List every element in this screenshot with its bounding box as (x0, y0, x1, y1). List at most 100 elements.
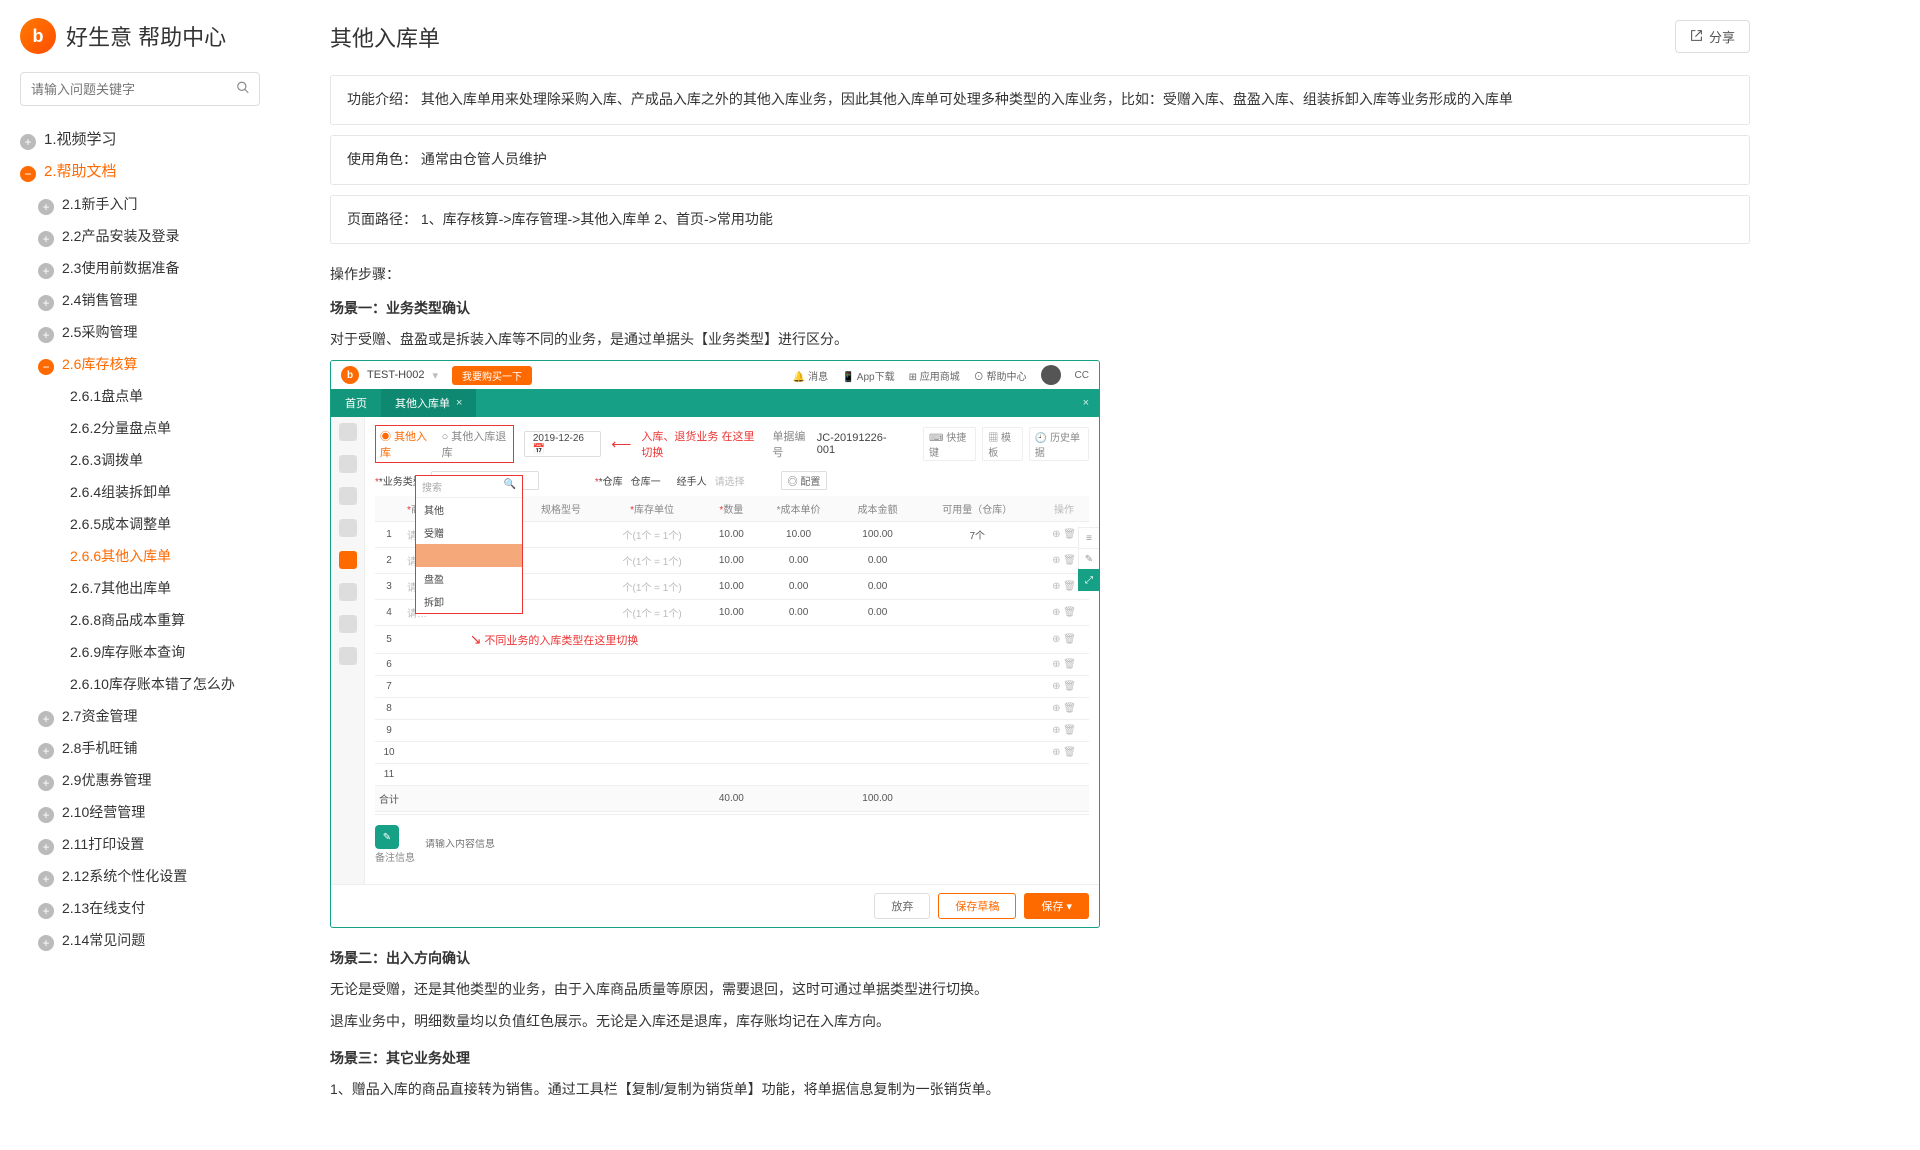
rail-icon[interactable] (339, 423, 357, 441)
nav-2-6-9[interactable]: 2.6.9库存账本查询 (20, 636, 260, 668)
doc-no: JC-20191226-001 (817, 432, 894, 456)
main-content: 其他入库单 分享 功能介绍： 其他入库单用来处理除采购入库、产成品入库之外的其他… (280, 0, 1800, 1150)
plus-icon: + (38, 935, 54, 951)
tool-icon[interactable]: ✎ (1078, 548, 1100, 570)
nav-video[interactable]: +1.视频学习 (20, 124, 260, 156)
tool-icon[interactable]: ⤢ (1078, 569, 1100, 591)
rail-icon[interactable] (339, 519, 357, 537)
nav-2-11[interactable]: +2.11打印设置 (20, 828, 260, 860)
share-button[interactable]: 分享 (1675, 20, 1750, 53)
nav-2-2[interactable]: +2.2产品安装及登录 (20, 220, 260, 252)
scene2-title: 场景二：出入方向确认 (330, 948, 1750, 968)
toolbar-tpl[interactable]: ▦ 模板 (982, 427, 1023, 461)
nav-2-6-2[interactable]: 2.6.2分量盘点单 (20, 412, 260, 444)
dropdown-opt-selected[interactable] (416, 544, 522, 567)
nav-2-6-10[interactable]: 2.6.10库存账本错了怎么办 (20, 668, 260, 700)
table-row[interactable]: 9⊕ 🗑 (375, 720, 1089, 742)
nav-2-13[interactable]: +2.13在线支付 (20, 892, 260, 924)
nav-2-12[interactable]: +2.12系统个性化设置 (20, 860, 260, 892)
nav-2-7[interactable]: +2.7资金管理 (20, 700, 260, 732)
cancel-button[interactable]: 放弃 (874, 893, 930, 919)
table-row[interactable]: 8⊕ 🗑 (375, 698, 1089, 720)
nav-2-6-3[interactable]: 2.6.3调拨单 (20, 444, 260, 476)
nav-2-1[interactable]: +2.1新手入门 (20, 188, 260, 220)
nav-2-4[interactable]: +2.4销售管理 (20, 284, 260, 316)
nav-2-6-6[interactable]: 2.6.6其他入库单 (20, 540, 260, 572)
rail-icon[interactable] (339, 647, 357, 665)
table-row[interactable]: 5↘ 不同业务的入库类型在这里切换⊕ 🗑 (375, 626, 1089, 654)
search-icon[interactable] (236, 81, 250, 98)
page-title: 其他入库单 (330, 21, 440, 53)
toolbar-fast[interactable]: ⌨ 快捷键 (923, 427, 976, 461)
dropdown-search[interactable]: 搜索🔍 (416, 476, 522, 498)
table-row[interactable]: 6⊕ 🗑 (375, 654, 1089, 676)
logo-row: b 好生意 帮助中心 (20, 18, 260, 54)
nav-docs[interactable]: −2.帮助文档 (20, 156, 260, 188)
shot-top-user: CC (1075, 370, 1089, 381)
shot-top-dl[interactable]: ⊞ 应用商城 (909, 368, 960, 383)
table-total-row: 合计40.00100.00 (375, 786, 1089, 812)
nav-2-5[interactable]: +2.5采购管理 (20, 316, 260, 348)
nav-2-6-1[interactable]: 2.6.1盘点单 (20, 380, 260, 412)
th-unit: *库存单位 (599, 496, 705, 522)
save-button[interactable]: 保存 ▾ (1024, 893, 1089, 919)
scene1-title: 场景一：业务类型确认 (330, 298, 1750, 318)
nav-2-10[interactable]: +2.10经营管理 (20, 796, 260, 828)
arrow-icon: ↘ (470, 631, 482, 647)
radio-out[interactable]: ○ 其他入库退库 (442, 428, 509, 460)
th-op: 操作 (1039, 496, 1089, 522)
dropdown-opt[interactable]: 其他 (416, 498, 522, 521)
th-price: *成本单价 (757, 496, 839, 522)
wh-value[interactable]: 仓库一 (631, 473, 661, 488)
table-row[interactable]: 7⊕ 🗑 (375, 676, 1089, 698)
search-input[interactable] (20, 72, 260, 106)
nav-2-6-7[interactable]: 2.6.7其他出库单 (20, 572, 260, 604)
table-row[interactable]: 11 (375, 764, 1089, 786)
dropdown-opt[interactable]: 拆卸 (416, 590, 522, 613)
plus-icon: + (38, 263, 54, 279)
table-row[interactable]: 10⊕ 🗑 (375, 742, 1089, 764)
shot-trial-button[interactable]: 我要购买一下 (452, 366, 532, 385)
search-icon: 🔍 (504, 479, 516, 494)
red-note-1: 入库、退货业务 在这里切换 (641, 428, 762, 460)
nav-2-3[interactable]: +2.3使用前数据准备 (20, 252, 260, 284)
setting-button[interactable]: ◎ 配置 (781, 471, 828, 490)
shot-top-msg[interactable]: 🔔 消息 (793, 368, 828, 383)
nav-2-8[interactable]: +2.8手机旺铺 (20, 732, 260, 764)
shot-tab-home[interactable]: 首页 (331, 389, 381, 417)
radio-in[interactable]: ◉ 其他入库 (380, 428, 432, 460)
rail-icon[interactable] (339, 487, 357, 505)
nav-2-6-5[interactable]: 2.6.5成本调整单 (20, 508, 260, 540)
shot-top-help[interactable]: ⊙ 帮助中心 (974, 368, 1027, 383)
scene3-t1: 1、赠品入库的商品直接转为销售。通过工具栏【复制/复制为销货单】功能，将单据信息… (330, 1078, 1750, 1102)
nav-2-6[interactable]: −2.6库存核算 (20, 348, 260, 380)
doc-type-redbox: ◉ 其他入库 ○ 其他入库退库 (375, 425, 514, 463)
scene2-t2: 退库业务中，明细数量均以负值红色展示。无论是入库还是退库，库存账均记在入库方向。 (330, 1010, 1750, 1034)
handler-select[interactable]: 请选择 (715, 473, 745, 488)
nav-2-9[interactable]: +2.9优惠券管理 (20, 764, 260, 796)
dropdown-opt[interactable]: 盘盈 (416, 567, 522, 590)
toolbar-hist[interactable]: 🕘 历史单据 (1029, 427, 1089, 461)
tool-icon[interactable]: ≡ (1078, 527, 1100, 549)
avatar-icon[interactable] (1041, 365, 1061, 385)
path-label: 页面路径： (347, 211, 417, 227)
close-icon[interactable]: × (456, 397, 462, 409)
date-input[interactable]: 2019-12-26 📅 (524, 431, 601, 457)
shot-tab-active[interactable]: 其他入库单 × (381, 389, 476, 417)
path-text: 1、库存核算->库存管理->其他入库单 2、首页->常用功能 (421, 211, 773, 227)
nav-2-6-4[interactable]: 2.6.4组装拆卸单 (20, 476, 260, 508)
rail-icon[interactable] (339, 455, 357, 473)
dropdown-opt[interactable]: 受赠 (416, 521, 522, 544)
rail-icon[interactable] (339, 583, 357, 601)
nav-2-14[interactable]: +2.14常见问题 (20, 924, 260, 956)
nav-2-6-8[interactable]: 2.6.8商品成本重算 (20, 604, 260, 636)
shot-tabs: 首页 其他入库单 × × (331, 389, 1099, 417)
draft-button[interactable]: 保存草稿 (938, 893, 1016, 919)
remark-input[interactable] (425, 839, 1089, 850)
rail-icon-active[interactable] (339, 551, 357, 569)
shot-top-app[interactable]: 📱 App下载 (842, 368, 894, 383)
rail-icon[interactable] (339, 615, 357, 633)
shot-logo-icon: b (341, 366, 359, 384)
close-icon[interactable]: × (1083, 397, 1099, 409)
plus-icon: + (38, 839, 54, 855)
